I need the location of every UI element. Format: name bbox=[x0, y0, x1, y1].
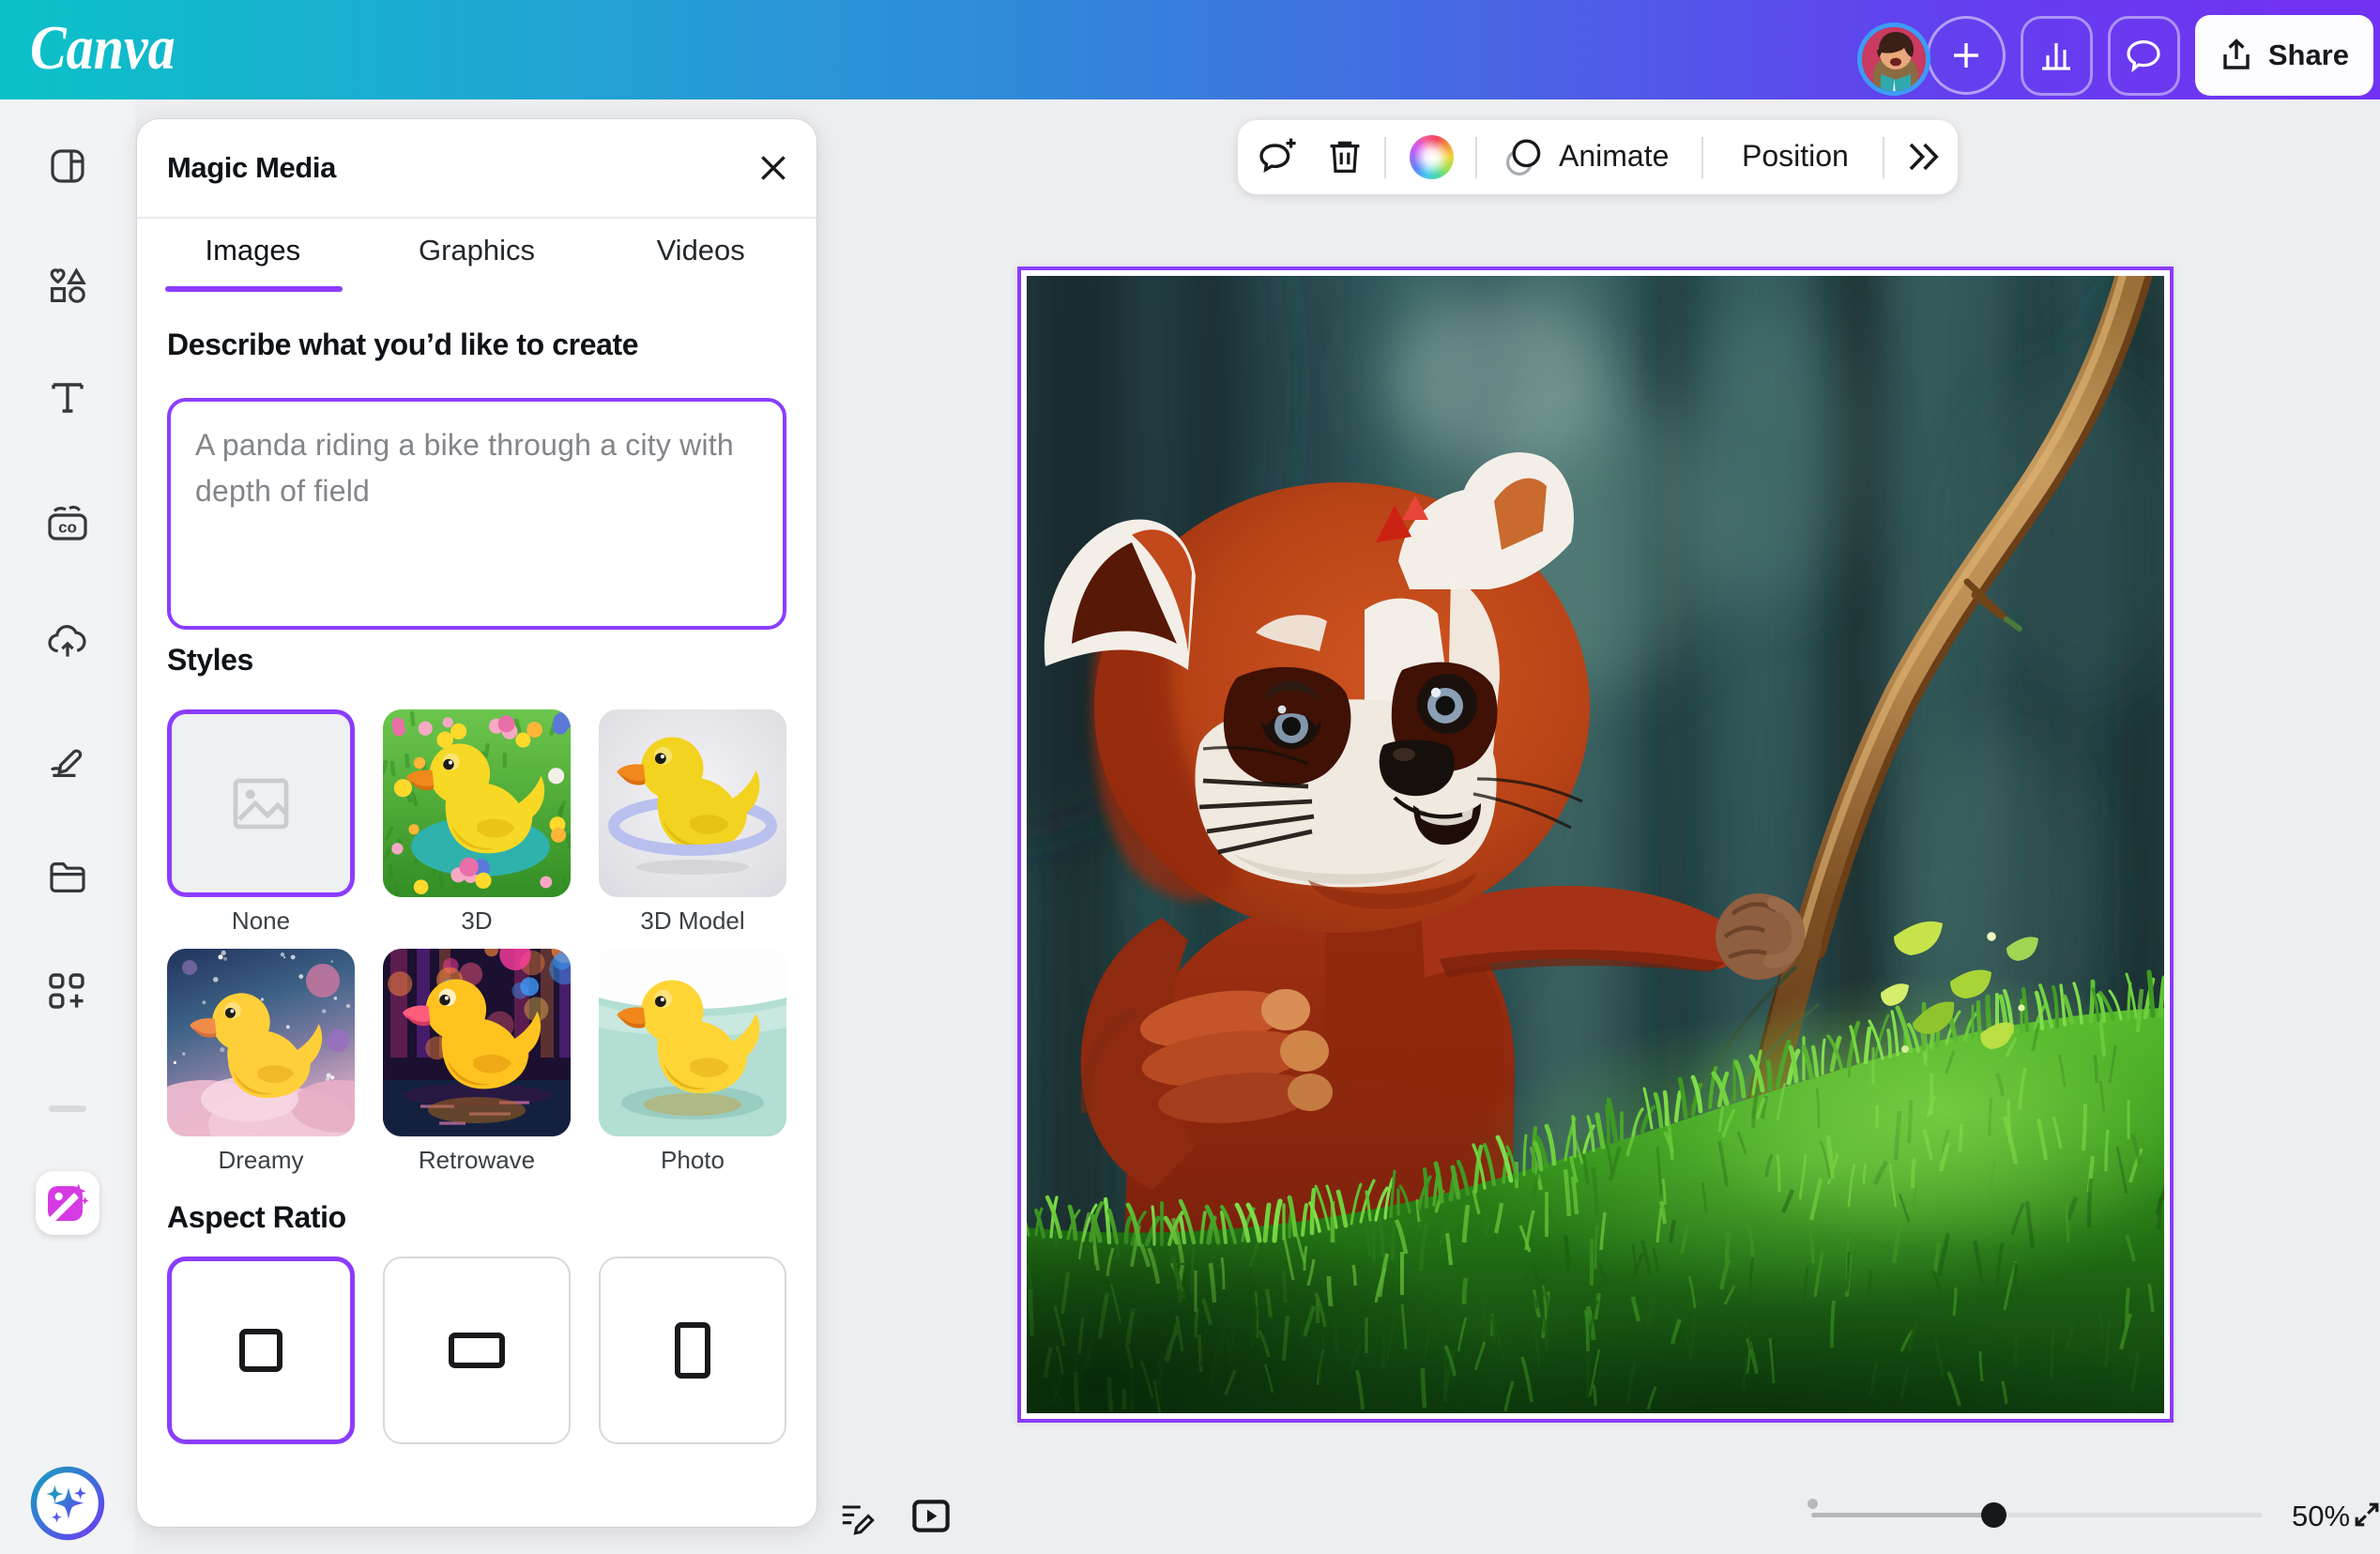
svg-text:co: co bbox=[58, 519, 77, 537]
